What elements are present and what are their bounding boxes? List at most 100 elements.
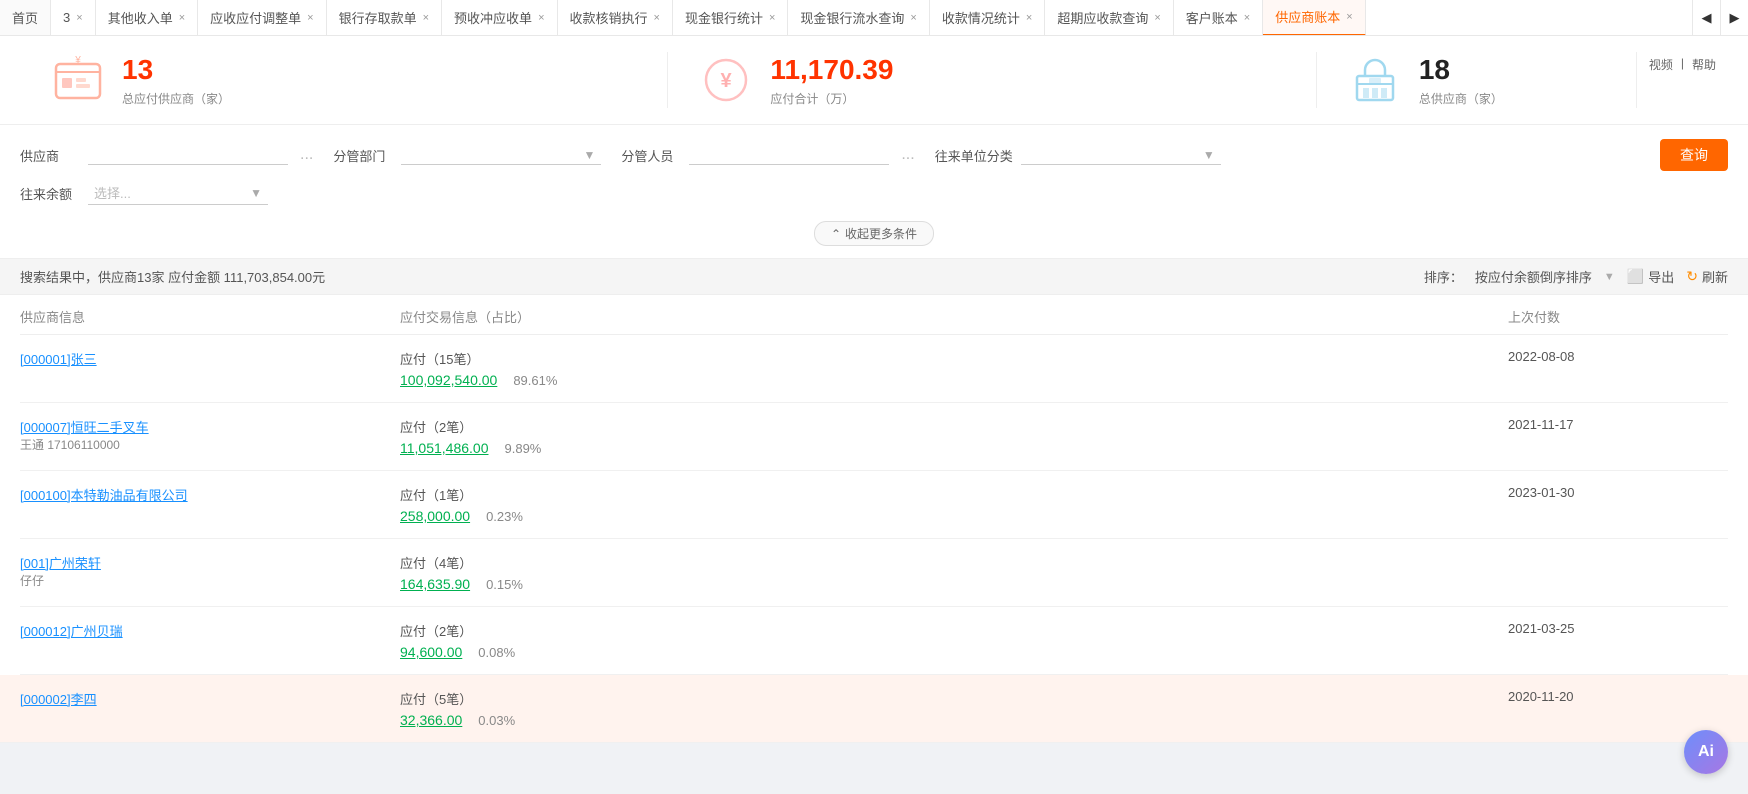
ai-badge-label: Ai <box>1698 743 1714 761</box>
row5-payable-title: 应付（2笔） <box>400 621 1508 640</box>
row4-supplier-sub: 仔仔 <box>20 574 44 588</box>
export-button[interactable]: ⬜ 导出 <box>1627 267 1674 286</box>
nav-tab-3-close[interactable]: × <box>76 12 82 24</box>
ai-badge[interactable]: Ai <box>1684 730 1728 774</box>
row1-lastpay-date: 2022-08-08 <box>1508 349 1575 364</box>
nav-tab-collection-stats[interactable]: 收款情况统计 × <box>930 0 1045 36</box>
row6-payable-amount[interactable]: 32,366.00 <box>400 712 462 728</box>
table-row: [000007]恒旺二手叉车 王通 17106110000 应付（2笔） 11,… <box>20 403 1728 471</box>
row2-payable-amount[interactable]: 11,051,486.00 <box>400 440 489 456</box>
nav-tab-supplier-account-close[interactable]: × <box>1346 11 1352 23</box>
balance-select[interactable]: 选择... ▼ <box>88 181 268 205</box>
supplier-input[interactable] <box>88 145 288 165</box>
row1-supplier: [000001]张三 <box>20 349 400 368</box>
result-bar-right: 排序： 按应付余额倒序排序 ▼ ⬜ 导出 ↻ 刷新 <box>1424 267 1728 286</box>
nav-tab-3[interactable]: 3 × <box>51 0 96 36</box>
nav-tab-customer-account[interactable]: 客户账本 × <box>1174 0 1263 36</box>
summary-number-suppliers-payable: 13 <box>122 53 230 87</box>
nav-tab-adjust[interactable]: 应收应付调整单 × <box>198 0 326 36</box>
row3-supplier-link[interactable]: [000100]本特勒油品有限公司 <box>20 485 400 504</box>
row5-payable-pct: 0.08% <box>478 645 515 660</box>
nav-tab-adjust-close[interactable]: × <box>307 12 313 24</box>
balance-chevron-icon: ▼ <box>250 186 262 200</box>
person-label: 分管人员 <box>621 146 681 165</box>
sort-select[interactable]: 按应付余额倒序排序 <box>1475 267 1592 286</box>
nav-arrow-left[interactable]: ◀ <box>1692 0 1720 36</box>
row4-payable-amount-row: 164,635.90 0.15% <box>400 576 1508 592</box>
nav-tab-cashbank-flow-close[interactable]: × <box>910 12 916 24</box>
summary-bar: ¥ 13 总应付供应商（家） ¥ 11,170.39 应付合计（万） <box>0 36 1748 125</box>
video-link[interactable]: 视频 <box>1649 56 1673 73</box>
nav-tab-collection-close[interactable]: × <box>654 12 660 24</box>
nav-tab-cashbank-stats-label: 现金银行统计 <box>685 8 763 27</box>
nav-tab-home-label: 首页 <box>12 8 38 27</box>
row1-payable-amount[interactable]: 100,092,540.00 <box>400 372 497 388</box>
category-select[interactable]: ▼ <box>1021 146 1221 165</box>
row4-payable-info: 应付（4笔） 164,635.90 0.15% <box>400 553 1508 592</box>
summary-info-total-suppliers: 18 总供应商（家） <box>1419 53 1503 108</box>
nav-tab-cashbank-flow-label: 现金银行流水查询 <box>800 8 904 27</box>
total-suppliers-icon <box>1347 52 1403 108</box>
nav-tab-supplier-account-label: 供应商账本 <box>1275 7 1340 26</box>
person-input[interactable] <box>689 145 889 165</box>
nav-tab-prepay-close[interactable]: × <box>538 12 544 24</box>
nav-tab-collection-label: 收款核销执行 <box>570 8 648 27</box>
sort-label: 排序： <box>1424 267 1463 286</box>
filter-person: 分管人员 ... <box>621 145 914 165</box>
sort-chevron-icon: ▼ <box>1604 271 1615 283</box>
row6-supplier: [000002]李四 <box>20 689 400 708</box>
nav-tab-bank-close[interactable]: × <box>423 12 429 24</box>
row3-payable: 应付（1笔） 258,000.00 0.23% <box>400 485 1508 524</box>
row5-supplier-link[interactable]: [000012]广州贝瑞 <box>20 621 400 640</box>
total-payable-icon: ¥ <box>698 52 754 108</box>
search-button[interactable]: 查询 <box>1660 139 1728 171</box>
collapse-up-icon: ⌃ <box>831 227 841 241</box>
row5-lastpay: 2021-03-25 <box>1508 621 1728 636</box>
filter-balance: 往来余额 选择... ▼ <box>20 181 268 205</box>
row2-lastpay-date: 2021-11-17 <box>1508 417 1574 432</box>
row6-payable-title: 应付（5笔） <box>400 689 1508 708</box>
nav-tab-home[interactable]: 首页 <box>0 0 51 36</box>
balance-select-text: 选择... <box>94 183 131 202</box>
row6-supplier-link[interactable]: [000002]李四 <box>20 689 400 708</box>
nav-arrow-right[interactable]: ▶ <box>1720 0 1748 36</box>
summary-label-total-suppliers: 总供应商（家） <box>1419 90 1503 107</box>
row5-payable-amount[interactable]: 94,600.00 <box>400 644 462 660</box>
row3-lastpay-date: 2023-01-30 <box>1508 485 1575 500</box>
nav-tab-supplier-account[interactable]: 供应商账本 × <box>1263 0 1365 36</box>
row5-supplier: [000012]广州贝瑞 <box>20 621 400 640</box>
nav-tab-collection-stats-close[interactable]: × <box>1026 12 1032 24</box>
nav-tab-other-income-close[interactable]: × <box>179 12 185 24</box>
filter-row-2: 往来余额 选择... ▼ <box>20 181 1728 205</box>
category-label: 往来单位分类 <box>935 146 1013 165</box>
nav-tab-bank[interactable]: 银行存取款单 × <box>327 0 442 36</box>
nav-tab-collection[interactable]: 收款核销执行 × <box>558 0 673 36</box>
collapse-button[interactable]: ⌃ 收起更多条件 <box>814 221 934 246</box>
person-dots[interactable]: ... <box>901 146 914 164</box>
table-row: [000002]李四 应付（5笔） 32,366.00 0.03% 2020-1… <box>0 675 1748 743</box>
nav-tab-cashbank-stats[interactable]: 现金银行统计 × <box>673 0 788 36</box>
row2-supplier-link[interactable]: [000007]恒旺二手叉车 <box>20 417 400 436</box>
table-row: [000100]本特勒油品有限公司 应付（1笔） 258,000.00 0.23… <box>20 471 1728 539</box>
refresh-button[interactable]: ↻ 刷新 <box>1686 267 1728 286</box>
nav-tab-overdue-close[interactable]: × <box>1154 12 1160 24</box>
supplier-dots[interactable]: ... <box>300 146 313 164</box>
help-link[interactable]: 帮助 <box>1692 56 1716 73</box>
nav-tab-prepay[interactable]: 预收冲应收单 × <box>442 0 557 36</box>
nav-tab-other-income[interactable]: 其他收入单 × <box>96 0 198 36</box>
dept-select[interactable]: ▼ <box>401 146 601 165</box>
refresh-icon: ↻ <box>1686 268 1698 285</box>
nav-tab-overdue[interactable]: 超期应收款查询 × <box>1045 0 1173 36</box>
row3-payable-amount[interactable]: 258,000.00 <box>400 508 470 524</box>
nav-tab-cashbank-stats-close[interactable]: × <box>769 12 775 24</box>
row4-supplier-link[interactable]: [001]广州荣轩 <box>20 553 400 572</box>
row4-payable-amount[interactable]: 164,635.90 <box>400 576 470 592</box>
summary-card-total-suppliers-payable: ¥ 13 总应付供应商（家） <box>20 52 668 108</box>
nav-tab-customer-account-close[interactable]: × <box>1244 12 1250 24</box>
row1-supplier-link[interactable]: [000001]张三 <box>20 349 400 368</box>
nav-tab-cashbank-flow[interactable]: 现金银行流水查询 × <box>788 0 929 36</box>
nav-tab-bank-label: 银行存取款单 <box>339 8 417 27</box>
row1-payable-amount-row: 100,092,540.00 89.61% <box>400 372 1508 388</box>
table-row: [000012]广州贝瑞 应付（2笔） 94,600.00 0.08% 2021… <box>20 607 1728 675</box>
summary-label-suppliers-payable: 总应付供应商（家） <box>122 90 230 107</box>
